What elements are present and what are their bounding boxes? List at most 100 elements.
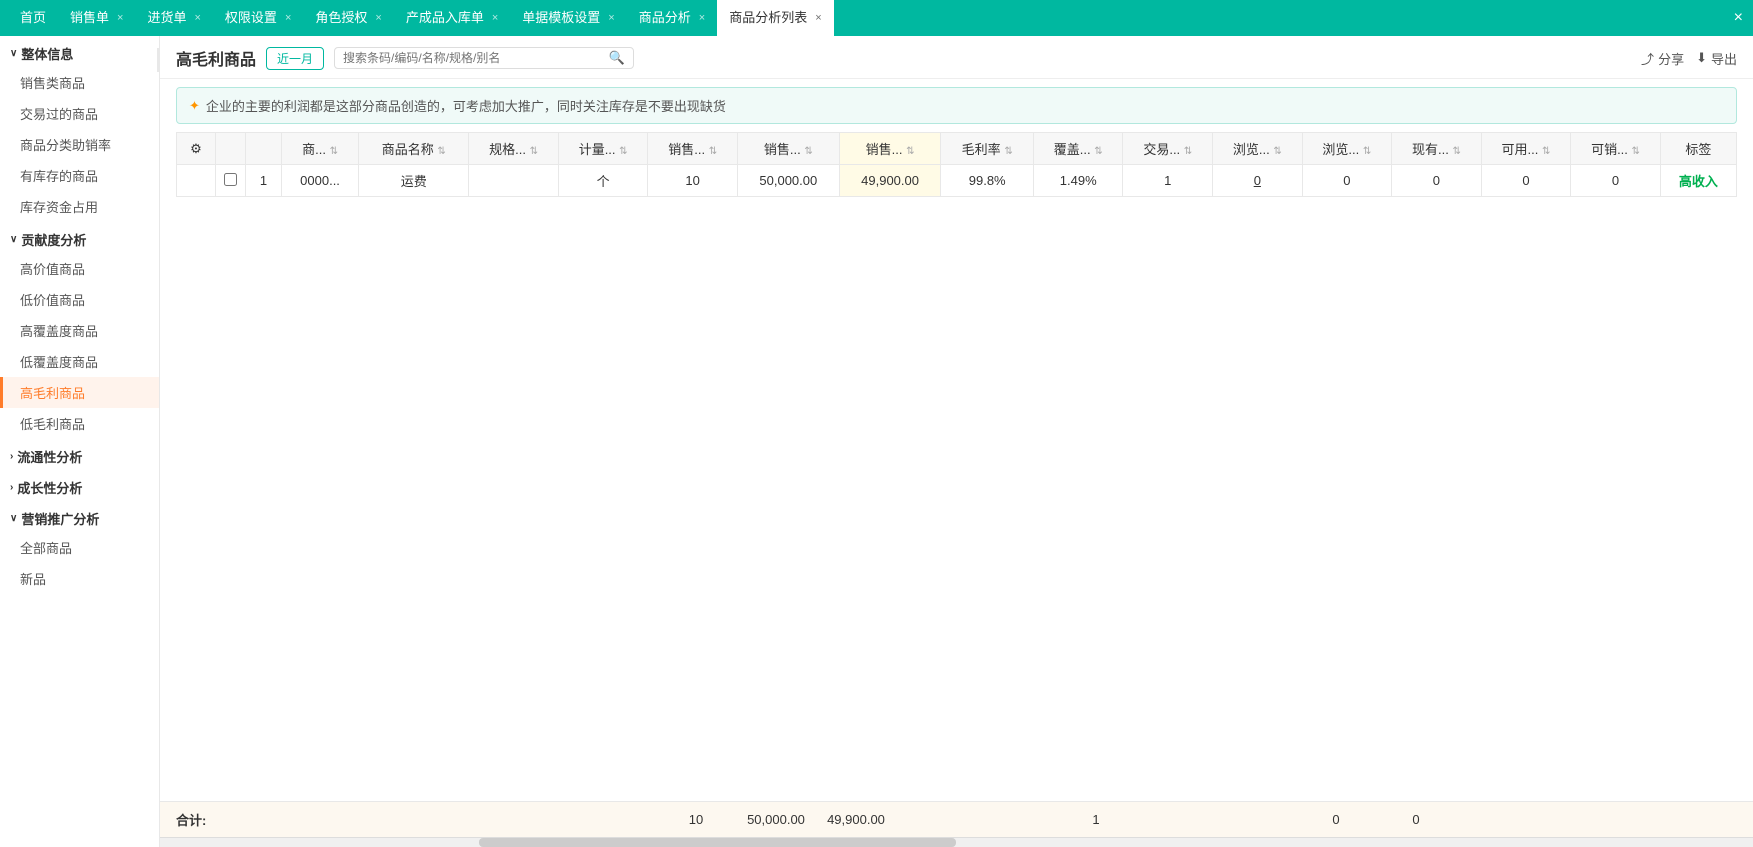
- cell-unit: 个: [558, 165, 648, 197]
- col-code[interactable]: 商... ⇅: [281, 133, 358, 165]
- date-filter-button[interactable]: 近一月: [266, 47, 324, 70]
- sidebar-item-stocked-goods[interactable]: 有库存的商品: [0, 160, 159, 191]
- table-wrap: ⚙ 商... ⇅ 商品名称 ⇅ 规格... ⇅ 计量... ⇅ 销售... ⇅ …: [160, 132, 1753, 801]
- search-icon[interactable]: 🔍: [609, 50, 625, 66]
- page-title: 高毛利商品: [176, 46, 256, 70]
- col-tag[interactable]: 标签: [1660, 133, 1736, 165]
- nav-item-purchase[interactable]: 进货单 ×: [135, 0, 212, 36]
- data-table: ⚙ 商... ⇅ 商品名称 ⇅ 规格... ⇅ 计量... ⇅ 销售... ⇅ …: [176, 132, 1737, 197]
- sidebar-item-traded-goods[interactable]: 交易过的商品: [0, 98, 159, 129]
- nav-close-permissions[interactable]: ×: [285, 0, 291, 36]
- horizontal-scrollbar[interactable]: [160, 837, 1753, 847]
- cell-available: 0: [1481, 165, 1571, 197]
- col-browse2[interactable]: 浏览... ⇅: [1302, 133, 1392, 165]
- cell-browse1[interactable]: 0: [1213, 165, 1303, 197]
- col-spec[interactable]: 规格... ⇅: [469, 133, 559, 165]
- footer-sales-amount: 50,000.00: [736, 812, 816, 827]
- nav-item-template[interactable]: 单据模板设置 ×: [510, 0, 626, 36]
- sidebar-item-sales-goods[interactable]: 销售类商品: [0, 67, 159, 98]
- sidebar-collapse-button[interactable]: «: [157, 48, 160, 72]
- nav-item-analysis[interactable]: 商品分析 ×: [627, 0, 717, 36]
- sidebar-item-new-goods[interactable]: 新品: [0, 563, 159, 594]
- footer-sales-qty: 10: [656, 812, 736, 827]
- col-browse1[interactable]: 浏览... ⇅: [1213, 133, 1303, 165]
- cell-gross-margin: 99.8%: [941, 165, 1034, 197]
- col-sales-amount[interactable]: 销售... ⇅: [737, 133, 839, 165]
- sidebar-item-low-coverage[interactable]: 低覆盖度商品: [0, 346, 159, 377]
- footer-empty6: [896, 812, 976, 827]
- cell-sales-qty: 10: [648, 165, 738, 197]
- close-all-tabs-button[interactable]: ×: [1734, 9, 1743, 27]
- nav-close-template[interactable]: ×: [608, 0, 614, 36]
- nav-item-sales[interactable]: 销售单 ×: [58, 0, 135, 36]
- arrow-down-icon: ∨: [10, 48, 17, 59]
- col-gross-margin[interactable]: 毛利率 ⇅: [941, 133, 1034, 165]
- sidebar-item-low-margin[interactable]: 低毛利商品: [0, 408, 159, 439]
- sidebar-item-all-goods[interactable]: 全部商品: [0, 532, 159, 563]
- col-current-stock[interactable]: 现有... ⇅: [1392, 133, 1482, 165]
- row-checkbox[interactable]: [224, 173, 237, 186]
- footer-available: 0: [1376, 812, 1456, 827]
- footer-cell-empty4: [496, 812, 576, 827]
- share-icon: ⤴: [1641, 49, 1654, 68]
- col-settings[interactable]: ⚙: [177, 133, 216, 165]
- sidebar-item-stock-capital[interactable]: 库存资金占用: [0, 191, 159, 222]
- nav-close-warehouse[interactable]: ×: [492, 0, 498, 36]
- nav-close-roles[interactable]: ×: [375, 0, 381, 36]
- sidebar-section-overall[interactable]: ∨ 整体信息: [0, 36, 159, 67]
- cell-sellable: 0: [1571, 165, 1661, 197]
- nav-item-permissions[interactable]: 权限设置 ×: [213, 0, 303, 36]
- col-sales-qty[interactable]: 销售... ⇅: [648, 133, 738, 165]
- col-name[interactable]: 商品名称 ⇅: [359, 133, 469, 165]
- export-button[interactable]: ⬇ 导出: [1696, 49, 1737, 68]
- search-input-wrap: 🔍: [334, 47, 634, 69]
- sidebar-item-high-value[interactable]: 高价值商品: [0, 253, 159, 284]
- sidebar-section-contribution[interactable]: ∨ 贡献度分析: [0, 222, 159, 253]
- nav-item-analysis-list[interactable]: 商品分析列表 ×: [717, 0, 833, 36]
- cell-name: 运费: [359, 165, 469, 197]
- export-icon: ⬇: [1696, 50, 1707, 66]
- footer-bar: 合计: 10 50,000.00 49,900.00 1 0 0: [160, 801, 1753, 837]
- scrollbar-thumb[interactable]: [479, 838, 957, 847]
- settings-icon[interactable]: ⚙: [190, 141, 202, 156]
- nav-item-roles[interactable]: 角色授权 ×: [303, 0, 393, 36]
- cell-checkbox[interactable]: [215, 165, 245, 197]
- sidebar-section-liquidity[interactable]: › 流通性分析: [0, 439, 159, 470]
- nav-close-purchase[interactable]: ×: [194, 0, 200, 36]
- sidebar-item-high-coverage[interactable]: 高覆盖度商品: [0, 315, 159, 346]
- sidebar-item-category-rate[interactable]: 商品分类助销率: [0, 129, 159, 160]
- nav-item-home[interactable]: 首页: [8, 0, 58, 36]
- col-sellable[interactable]: 可销... ⇅: [1571, 133, 1661, 165]
- nav-close-analysis-list[interactable]: ×: [815, 0, 821, 36]
- search-input[interactable]: [343, 51, 605, 65]
- info-banner: ✦ 企业的主要的利润都是这部分商品创造的，可考虑加大推广，同时关注库存是不要出现…: [176, 87, 1737, 124]
- footer-current-stock: 0: [1296, 812, 1376, 827]
- content-header: 高毛利商品 近一月 🔍 ⤴ 分享 ⬇ 导出: [160, 36, 1753, 79]
- footer-sales-profit: 49,900.00: [816, 812, 896, 827]
- footer-cell-empty2: [336, 812, 416, 827]
- col-trade[interactable]: 交易... ⇅: [1123, 133, 1213, 165]
- arrow-down-icon-3: ∨: [10, 513, 17, 524]
- footer-label: 合计:: [176, 810, 256, 829]
- sidebar-item-high-margin[interactable]: 高毛利商品: [0, 377, 159, 408]
- sidebar: « ∨ 整体信息 销售类商品 交易过的商品 商品分类助销率 有库存的商品 库存资…: [0, 36, 160, 847]
- cell-current-stock: 0: [1392, 165, 1482, 197]
- col-coverage[interactable]: 覆盖... ⇅: [1033, 133, 1123, 165]
- nav-close-sales[interactable]: ×: [117, 0, 123, 36]
- col-available[interactable]: 可用... ⇅: [1481, 133, 1571, 165]
- footer-empty9: [1216, 812, 1296, 827]
- sidebar-section-growth[interactable]: › 成长性分析: [0, 470, 159, 501]
- footer-empty8: [1136, 812, 1216, 827]
- nav-close-analysis[interactable]: ×: [699, 0, 705, 36]
- cell-code: 0000...: [281, 165, 358, 197]
- footer-cell-empty5: [576, 812, 656, 827]
- col-checkbox: [215, 133, 245, 165]
- sidebar-item-low-value[interactable]: 低价值商品: [0, 284, 159, 315]
- table-row: 1 0000... 运费 个 10 50,000.00 49,900.00 99…: [177, 165, 1737, 197]
- footer-cells: 10 50,000.00 49,900.00 1 0 0: [256, 812, 1737, 827]
- share-button[interactable]: ⤴ 分享: [1641, 49, 1684, 68]
- col-sales-profit[interactable]: 销售... ⇅: [839, 133, 941, 165]
- sidebar-section-marketing[interactable]: ∨ 营销推广分析: [0, 501, 159, 532]
- col-unit[interactable]: 计量... ⇅: [558, 133, 648, 165]
- nav-item-warehouse[interactable]: 产成品入库单 ×: [394, 0, 510, 36]
